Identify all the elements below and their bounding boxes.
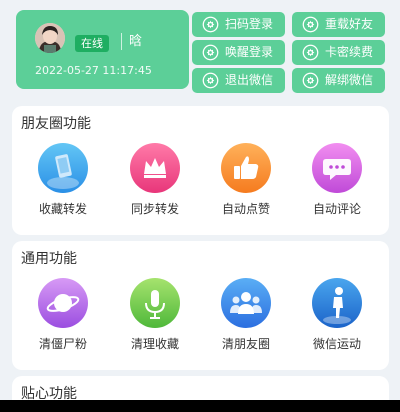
divider — [121, 33, 122, 50]
gear-icon — [202, 72, 219, 89]
status-badge: 在线 — [75, 35, 109, 52]
people-icon — [221, 278, 271, 328]
general-section: 通用功能 清僵尸粉 清理收藏 清朋友圈 微信运动 — [12, 241, 389, 370]
phone-icon — [38, 143, 88, 193]
card-renew-label: 卡密续费 — [325, 45, 374, 59]
gear-icon — [202, 16, 219, 33]
reload-friends-label: 重载好友 — [325, 17, 374, 31]
gear-icon — [302, 16, 319, 33]
thumbs-up-icon — [221, 143, 271, 193]
feature-wechat-sports[interactable]: 微信运动 — [297, 278, 377, 352]
bottom-bar — [0, 400, 400, 412]
avatar[interactable] — [35, 23, 65, 53]
gear-icon — [202, 44, 219, 61]
feature-label: 微信运动 — [312, 337, 361, 351]
feature-auto-comment[interactable]: 自动评论 — [297, 143, 377, 217]
gear-icon — [302, 44, 319, 61]
feature-label: 同步转发 — [130, 202, 179, 216]
unbind-wechat-button[interactable]: 解绑微信 — [292, 68, 385, 93]
feature-sync-forward[interactable]: 同步转发 — [115, 143, 195, 217]
account-card: 在线 晗 2022-05-27 11:17:45 — [16, 10, 189, 89]
feature-label: 自动评论 — [312, 202, 361, 216]
scan-login-label: 扫码登录 — [225, 17, 274, 31]
feature-label: 收藏转发 — [38, 202, 87, 216]
runner-icon — [312, 278, 362, 328]
gear-icon — [302, 72, 319, 89]
reload-friends-button[interactable]: 重载好友 — [292, 12, 385, 37]
crown-icon — [130, 143, 180, 193]
logout-wechat-label: 退出微信 — [225, 73, 274, 87]
microphone-icon — [130, 278, 180, 328]
feature-collect-forward[interactable]: 收藏转发 — [23, 143, 103, 217]
unbind-wechat-label: 解绑微信 — [325, 73, 374, 87]
feature-auto-like[interactable]: 自动点赞 — [206, 143, 286, 217]
section-title: 朋友圈功能 — [21, 116, 91, 132]
planet-icon — [38, 278, 88, 328]
section-title: 通用功能 — [21, 251, 77, 267]
card-renew-button[interactable]: 卡密续费 — [292, 40, 385, 65]
nickname: 晗 — [129, 34, 143, 49]
feature-clean-moments[interactable]: 清朋友圈 — [206, 278, 286, 352]
chat-bubble-icon — [312, 143, 362, 193]
feature-label: 清朋友圈 — [221, 337, 270, 351]
feature-label: 自动点赞 — [221, 202, 270, 216]
logout-wechat-button[interactable]: 退出微信 — [192, 68, 285, 93]
scan-login-button[interactable]: 扫码登录 — [192, 12, 285, 37]
feature-label: 清理收藏 — [130, 337, 179, 351]
moments-section: 朋友圈功能 收藏转发 同步转发 自动点赞 自动评论 — [12, 106, 389, 235]
feature-label: 清僵尸粉 — [38, 337, 87, 351]
feature-clean-zombie-fans[interactable]: 清僵尸粉 — [23, 278, 103, 352]
login-time: 2022-05-27 11:17:45 — [35, 64, 152, 77]
wake-login-button[interactable]: 唤醒登录 — [192, 40, 285, 65]
feature-clean-favorites[interactable]: 清理收藏 — [115, 278, 195, 352]
wake-login-label: 唤醒登录 — [225, 45, 274, 59]
